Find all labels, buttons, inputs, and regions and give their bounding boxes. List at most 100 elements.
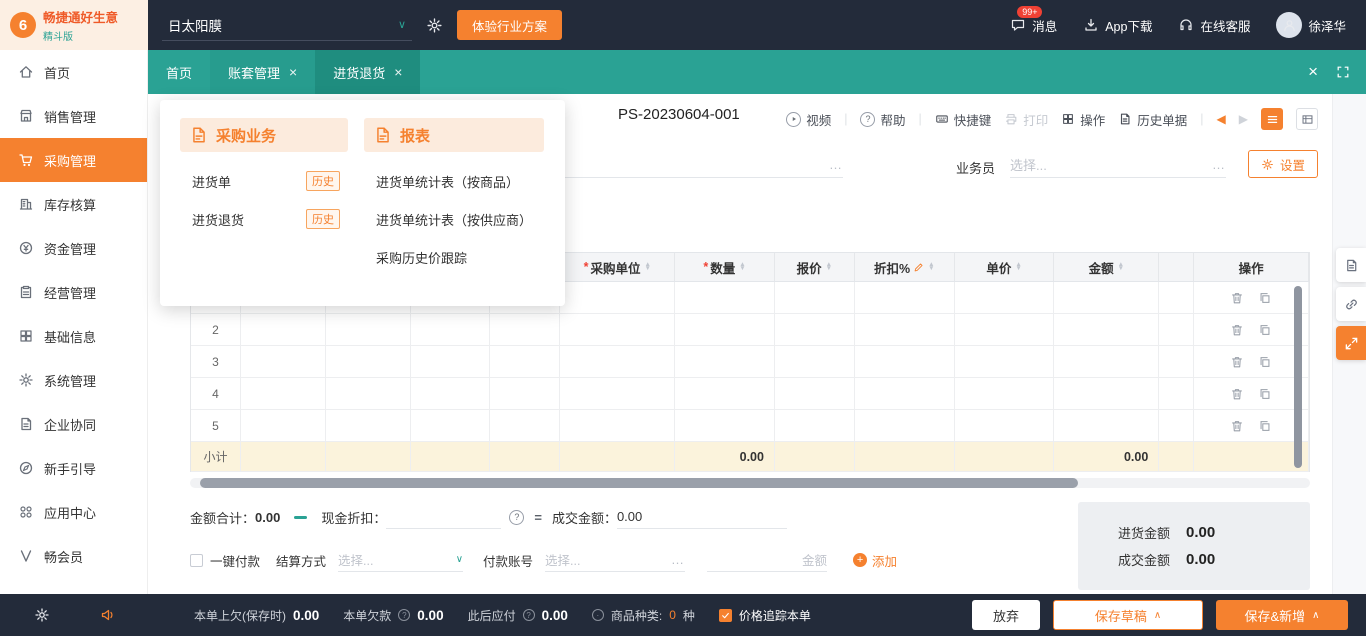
- discard-button[interactable]: 放弃: [972, 600, 1040, 630]
- sidebar-item-member[interactable]: 畅会员: [0, 534, 147, 578]
- table-cell[interactable]: [675, 282, 775, 313]
- history-documents-button[interactable]: 历史单据: [1118, 110, 1187, 129]
- table-cell[interactable]: [775, 378, 855, 409]
- table-cell[interactable]: [675, 410, 775, 441]
- account-more-icon[interactable]: …: [671, 552, 685, 567]
- menu-item-report-by-supplier[interactable]: 进货单统计表（按供应商）: [364, 200, 544, 238]
- online-support-button[interactable]: 在线客服: [1178, 16, 1250, 35]
- sidebar-item-system[interactable]: 系统管理: [0, 358, 147, 402]
- copy-row-icon[interactable]: [1258, 419, 1272, 433]
- sidebar-item-app-center[interactable]: 应用中心: [0, 490, 147, 534]
- list-view-toggle[interactable]: [1261, 108, 1283, 130]
- delete-row-icon[interactable]: [1230, 419, 1244, 433]
- industry-solution-button[interactable]: 体验行业方案: [457, 10, 562, 40]
- announcement-icon[interactable]: [100, 607, 116, 623]
- delete-row-icon[interactable]: [1230, 355, 1244, 369]
- table-cell[interactable]: [490, 410, 560, 441]
- table-cell[interactable]: [675, 378, 775, 409]
- save-draft-button[interactable]: 保存草稿∧: [1053, 600, 1203, 630]
- table-cell[interactable]: [775, 282, 855, 313]
- previous-document-icon[interactable]: ◀: [1217, 112, 1226, 126]
- sidebar-item-home[interactable]: 首页: [0, 50, 147, 94]
- table-cell[interactable]: [490, 314, 560, 345]
- print-button[interactable]: 打印: [1004, 110, 1048, 129]
- company-select[interactable]: 日太阳膜 ∨: [162, 9, 412, 41]
- table-cell[interactable]: [955, 314, 1055, 345]
- expand-panel-button[interactable]: [1336, 326, 1366, 360]
- menu-item-purchase-return[interactable]: 进货退货 历史: [180, 200, 348, 238]
- table-cell[interactable]: [675, 346, 775, 377]
- price-track-checkbox[interactable]: [719, 609, 732, 622]
- menu-item-price-history[interactable]: 采购历史价跟踪: [364, 238, 544, 276]
- history-badge[interactable]: 历史: [306, 171, 340, 191]
- fullscreen-icon[interactable]: [1336, 65, 1350, 79]
- menu-item-purchase-order[interactable]: 进货单 历史: [180, 162, 348, 200]
- table-cell[interactable]: [1054, 282, 1159, 313]
- payment-account-select[interactable]: 选择...…: [545, 548, 685, 572]
- menu-item-report-by-goods[interactable]: 进货单统计表（按商品）: [364, 162, 544, 200]
- copy-row-icon[interactable]: [1258, 323, 1272, 337]
- col-discount[interactable]: 折扣%▲▼: [855, 253, 955, 281]
- scrollbar-thumb[interactable]: [200, 478, 1078, 488]
- footer-settings-icon[interactable]: [34, 607, 50, 623]
- table-cell[interactable]: [241, 378, 326, 409]
- table-cell[interactable]: [855, 378, 955, 409]
- table-cell[interactable]: [955, 282, 1055, 313]
- col-quantity[interactable]: *数量▲▼: [675, 253, 775, 281]
- tab-account-books[interactable]: 账套管理 ×: [210, 50, 315, 94]
- salesman-field[interactable]: 选择... …: [1010, 152, 1226, 178]
- table-horizontal-scrollbar[interactable]: [190, 478, 1310, 488]
- table-view-toggle[interactable]: [1296, 108, 1318, 130]
- payable-help-icon[interactable]: ?: [523, 609, 535, 621]
- table-cell[interactable]: [855, 410, 955, 441]
- delete-row-icon[interactable]: [1230, 323, 1244, 337]
- table-cell[interactable]: [560, 410, 675, 441]
- table-cell[interactable]: [241, 314, 326, 345]
- tab-purchase-return[interactable]: 进货退货 ×: [315, 50, 420, 94]
- table-cell[interactable]: [1159, 378, 1194, 409]
- table-cell[interactable]: [241, 346, 326, 377]
- delete-row-icon[interactable]: [1230, 387, 1244, 401]
- col-quote[interactable]: 报价▲▼: [775, 253, 855, 281]
- user-menu[interactable]: 徐泽华: [1276, 12, 1346, 38]
- table-vertical-scrollbar[interactable]: [1294, 286, 1302, 468]
- debt-help-icon[interactable]: ?: [398, 609, 410, 621]
- close-all-tabs-icon[interactable]: ×: [1308, 62, 1318, 82]
- sidebar-item-sales[interactable]: 销售管理: [0, 94, 147, 138]
- settings-button[interactable]: 设置: [1248, 150, 1318, 178]
- table-cell[interactable]: [411, 346, 491, 377]
- video-help-button[interactable]: 视频: [786, 110, 831, 129]
- table-cell[interactable]: [1159, 314, 1194, 345]
- shortcuts-button[interactable]: 快捷键: [935, 110, 992, 129]
- actions-button[interactable]: 操作: [1061, 110, 1105, 129]
- payment-amount-input[interactable]: 金额: [707, 548, 827, 572]
- sidebar-item-inventory[interactable]: 库存核算: [0, 182, 147, 226]
- discount-help-icon[interactable]: ?: [509, 510, 524, 525]
- table-cell[interactable]: [1054, 314, 1159, 345]
- col-purchase-unit[interactable]: *采购单位▲▼: [560, 253, 675, 281]
- table-cell[interactable]: [1054, 410, 1159, 441]
- next-document-icon[interactable]: ▶: [1239, 112, 1248, 126]
- sidebar-item-purchase[interactable]: 采购管理: [0, 138, 147, 182]
- table-cell[interactable]: [855, 346, 955, 377]
- table-cell[interactable]: [560, 346, 675, 377]
- form-helper-button[interactable]: [1336, 248, 1366, 282]
- warehouse-more-icon[interactable]: …: [829, 157, 843, 172]
- sidebar-item-guide[interactable]: 新手引导: [0, 446, 147, 490]
- table-cell[interactable]: [775, 346, 855, 377]
- table-cell[interactable]: [326, 378, 411, 409]
- save-and-new-button[interactable]: 保存&新增∧: [1216, 600, 1348, 630]
- table-cell[interactable]: [326, 410, 411, 441]
- cash-discount-input[interactable]: [386, 505, 501, 529]
- table-cell[interactable]: [675, 314, 775, 345]
- tab-close-icon[interactable]: ×: [289, 64, 297, 80]
- sidebar-item-operations[interactable]: 经营管理: [0, 270, 147, 314]
- table-cell[interactable]: [775, 410, 855, 441]
- table-cell[interactable]: [560, 314, 675, 345]
- table-cell[interactable]: [411, 410, 491, 441]
- table-cell[interactable]: [1159, 282, 1194, 313]
- sidebar-item-funds[interactable]: 资金管理: [0, 226, 147, 270]
- table-cell[interactable]: [326, 314, 411, 345]
- app-download-button[interactable]: App下载: [1083, 16, 1152, 35]
- delete-row-icon[interactable]: [1230, 291, 1244, 305]
